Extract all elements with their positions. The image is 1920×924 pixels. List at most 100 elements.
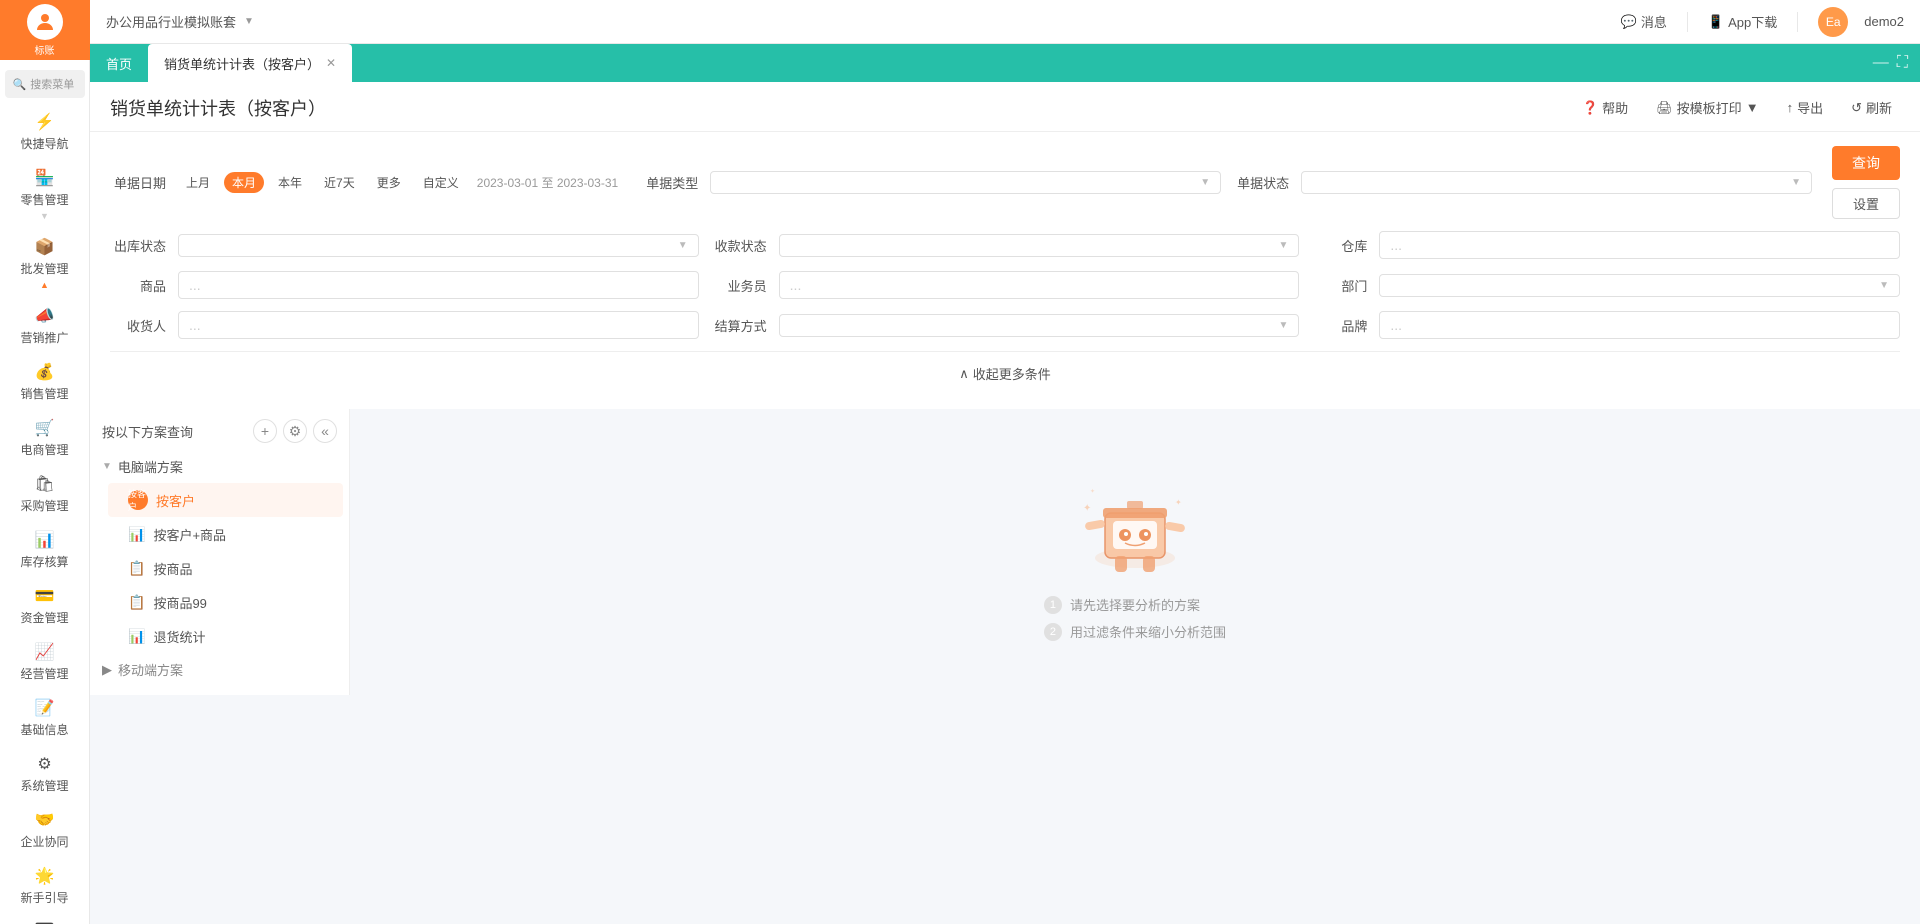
date-tag-lastmonth[interactable]: 上月 — [178, 172, 218, 193]
empty-illustration: ✦ ✦ ✦ — [1075, 463, 1195, 583]
outbound-select[interactable]: ▼ — [178, 234, 699, 257]
help-icon: ❓ — [1582, 100, 1598, 116]
date-tag-custom[interactable]: 自定义 — [415, 172, 467, 193]
sidebar-item-system[interactable]: ⚙ 系统管理 — [0, 746, 90, 802]
department-arrow: ▼ — [1879, 280, 1889, 291]
message-action[interactable]: 💬 消息 — [1621, 12, 1667, 31]
scheme-add-button[interactable]: + — [253, 419, 277, 443]
sidebar-item-purchase[interactable]: 🛍 采购管理 — [0, 466, 90, 522]
template-print-label: 按模板打印 — [1677, 98, 1742, 117]
sidebar-item-retail[interactable]: 🏪 零售管理 ▼ — [0, 160, 90, 229]
operations-icon: 📈 — [35, 642, 55, 662]
sidebar-item-wholesale[interactable]: 📦 批发管理 ▲ — [0, 229, 90, 298]
scheme-group-pc-header[interactable]: ▼ 电脑端方案 — [90, 451, 349, 482]
sidebar-item-new-user[interactable]: 🌟 新手引导 — [0, 858, 90, 914]
help-button[interactable]: ❓ 帮助 — [1574, 94, 1636, 121]
user-avatar[interactable]: Ea — [1818, 7, 1848, 37]
content-area: 按以下方案查询 + ⚙ « — [90, 409, 1920, 695]
quicknav-icon: ⚡ — [35, 112, 55, 132]
sidebar-item-quicknav[interactable]: ⚡ 快捷导航 — [0, 104, 90, 160]
scheme-item-by-goods[interactable]: 📋 按商品 — [108, 552, 343, 585]
page-title: 销货单统计计表（按客户） — [110, 95, 326, 121]
settings-button[interactable]: 设置 — [1832, 188, 1900, 219]
search-menu[interactable]: 🔍 搜索菜单 — [5, 70, 85, 98]
date-tag-last7days[interactable]: 近7天 — [316, 172, 363, 193]
sidebar-item-app-center[interactable]: 🔲 应用中心 — [0, 914, 90, 924]
sidebar-item-ecommerce[interactable]: 🛒 电商管理 — [0, 410, 90, 466]
sidebar-item-sales[interactable]: 💰 销售管理 — [0, 354, 90, 410]
main-area: 办公用品行业模拟账套 ▼ 💬 消息 📱 App下载 Ea demo2 首页 — [90, 0, 1920, 924]
app-logo[interactable]: 标账 — [0, 0, 90, 60]
date-tag-thisyear[interactable]: 本年 — [270, 172, 310, 193]
scheme-item-by-goods-99[interactable]: 📋 按商品99 — [108, 586, 343, 619]
consignee-dots[interactable]: ... — [189, 317, 201, 333]
order-type-label: 单据类型 — [642, 173, 698, 192]
date-tag-thismonth[interactable]: 本月 — [224, 172, 264, 193]
goods-select[interactable]: ... — [178, 271, 699, 299]
scheme-group-mobile-header[interactable]: ▶ 移动端方案 — [90, 654, 349, 685]
page-content: 销货单统计计表（按客户） ❓ 帮助 🖨 按模板打印 ▼ ↑ 导出 ↺ 刷新 — [90, 82, 1920, 924]
tab-minimize-icon[interactable]: — — [1873, 54, 1889, 72]
brand-dots[interactable]: ... — [1390, 317, 1402, 333]
tab-maximize-icon[interactable]: ⛶ — [1897, 54, 1908, 72]
template-print-button[interactable]: 🖨 按模板打印 ▼ — [1648, 94, 1766, 121]
department-select[interactable]: ▼ — [1379, 274, 1900, 297]
brand-label: 品牌 — [1311, 316, 1367, 335]
scheme-item-by-goods-99-label: 按商品99 — [153, 593, 206, 612]
settlement-select[interactable]: ▼ — [779, 314, 1300, 337]
purchase-label: 采购管理 — [20, 497, 68, 514]
sidebar-item-marketing[interactable]: 📣 营销推广 — [0, 298, 90, 354]
scheme-item-by-customer-goods[interactable]: 📊 按客户+商品 — [108, 518, 343, 551]
scheme-item-return-stats[interactable]: 📊 退货统计 — [108, 620, 343, 653]
tab-home[interactable]: 首页 — [90, 44, 148, 82]
scheme-settings-button[interactable]: ⚙ — [283, 419, 307, 443]
tab-close-icon[interactable]: ✕ — [326, 56, 336, 70]
tip-text-1: 请先选择要分析的方案 — [1070, 595, 1200, 614]
settlement-label: 结算方式 — [711, 316, 767, 335]
inventory-icon: 📊 — [35, 530, 55, 550]
add-icon: + — [261, 423, 269, 439]
goods-dots[interactable]: ... — [189, 277, 201, 293]
export-icon: ↑ — [1787, 100, 1794, 115]
sidebar-item-enterprise[interactable]: 🤝 企业协同 — [0, 802, 90, 858]
scheme-item-by-customer[interactable]: 按客户 按客户 — [108, 483, 343, 517]
consignee-label: 收货人 — [110, 316, 166, 335]
filter-row-1: 单据日期 上月 本月 本年 近7天 更多 自定义 2023-03-01 至 20… — [110, 146, 1900, 219]
export-button[interactable]: ↑ 导出 — [1779, 94, 1832, 121]
tab-bar: 首页 销货单统计计表（按客户） ✕ — ⛶ — [90, 44, 1920, 82]
salesman-dots[interactable]: ... — [790, 277, 802, 293]
warehouse-select[interactable]: ... — [1379, 231, 1900, 259]
brand-select[interactable]: ... — [1379, 311, 1900, 339]
payment-select[interactable]: ▼ — [779, 234, 1300, 257]
finance-label: 资金管理 — [20, 609, 68, 626]
message-icon: 💬 — [1621, 14, 1637, 30]
warehouse-dots[interactable]: ... — [1390, 237, 1402, 253]
empty-tip-1: 1 请先选择要分析的方案 — [1044, 595, 1226, 614]
payment-label: 收款状态 — [711, 236, 767, 255]
tab-sales-stats[interactable]: 销货单统计计表（按客户） ✕ — [148, 44, 352, 82]
salesman-select[interactable]: ... — [779, 271, 1300, 299]
query-button[interactable]: 查询 — [1832, 146, 1900, 180]
refresh-button[interactable]: ↺ 刷新 — [1843, 94, 1900, 121]
order-status-select[interactable]: ▼ — [1301, 171, 1812, 194]
sidebar-item-finance[interactable]: 💳 资金管理 — [0, 578, 90, 634]
collapse-label: 收起更多条件 — [973, 364, 1051, 383]
app-download-action[interactable]: 📱 App下载 — [1708, 12, 1777, 31]
scheme-group-pc: ▼ 电脑端方案 按客户 按客户 📊 按客户+商品 — [90, 451, 349, 653]
sidebar-item-operations[interactable]: 📈 经营管理 — [0, 634, 90, 690]
scheme-collapse-button[interactable]: « — [313, 419, 337, 443]
sidebar-item-inventory[interactable]: 📊 库存核算 — [0, 522, 90, 578]
order-type-select[interactable]: ▼ — [710, 171, 1221, 194]
collapse-bar: ∧ 收起更多条件 — [110, 351, 1900, 395]
collapse-button[interactable]: ∧ 收起更多条件 — [939, 358, 1071, 389]
sidebar-item-basic-info[interactable]: 📝 基础信息 — [0, 690, 90, 746]
date-tag-more[interactable]: 更多 — [369, 172, 409, 193]
outbound-arrow: ▼ — [678, 240, 688, 251]
scheme-collapse-icon: « — [321, 423, 329, 439]
sales-icon: 💰 — [35, 362, 55, 382]
wholesale-arrow: ▲ — [40, 280, 49, 290]
consignee-select[interactable]: ... — [178, 311, 699, 339]
title-dropdown-arrow[interactable]: ▼ — [244, 16, 254, 27]
pc-group-arrow: ▼ — [102, 461, 112, 472]
scheme-item-by-customer-label: 按客户 — [156, 491, 195, 510]
